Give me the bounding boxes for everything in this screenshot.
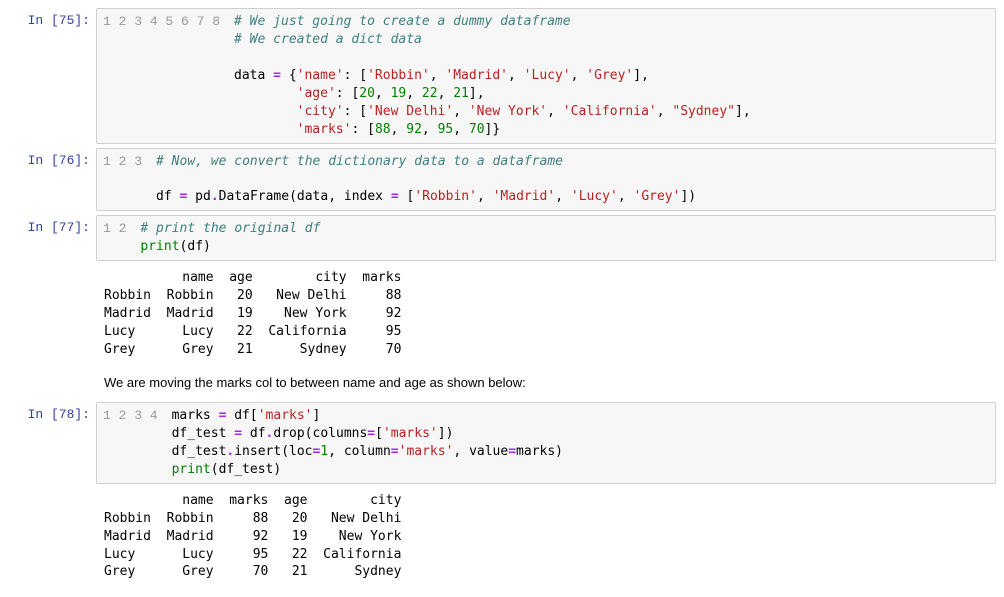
code-cell: In [77]: 1 2 # print the original df pri… [8,215,996,261]
code-editor[interactable]: # print the original df print(df) [132,216,995,260]
code-input-area[interactable]: 1 2 3 4 marks = df['marks'] df_test = df… [96,402,996,484]
code-cell: In [75]: 1 2 3 4 5 6 7 8 # We just going… [8,8,996,144]
line-number-gutter: 1 2 [97,216,132,260]
markdown-cell: We are moving the marks col to between n… [8,367,996,398]
output-prompt [8,488,96,586]
input-prompt: In [76]: [8,148,96,212]
code-input-area[interactable]: 1 2 # print the original df print(df) [96,215,996,261]
output-cell: name age city marks Robbin Robbin 20 New… [8,265,996,363]
input-prompt: In [75]: [8,8,96,144]
code-input-area[interactable]: 1 2 3 4 5 6 7 8 # We just going to creat… [96,8,996,144]
line-number-gutter: 1 2 3 4 [97,403,164,483]
output-prompt [8,265,96,363]
code-cell: In [76]: 1 2 3 # Now, we convert the dic… [8,148,996,212]
stdout-output: name age city marks Robbin Robbin 20 New… [96,265,996,363]
output-cell: name marks age city Robbin Robbin 88 20 … [8,488,996,586]
code-cell: In [78]: 1 2 3 4 marks = df['marks'] df_… [8,402,996,484]
empty-prompt [8,367,96,398]
code-editor[interactable]: # We just going to create a dummy datafr… [226,9,995,143]
code-input-area[interactable]: 1 2 3 # Now, we convert the dictionary d… [96,148,996,212]
stdout-output: name marks age city Robbin Robbin 88 20 … [96,488,996,586]
line-number-gutter: 1 2 3 [97,149,148,211]
code-editor[interactable]: marks = df['marks'] df_test = df.drop(co… [164,403,995,483]
input-prompt: In [77]: [8,215,96,261]
input-prompt: In [78]: [8,402,96,484]
code-editor[interactable]: # Now, we convert the dictionary data to… [148,149,995,211]
line-number-gutter: 1 2 3 4 5 6 7 8 [97,9,226,143]
markdown-rendered[interactable]: We are moving the marks col to between n… [96,367,996,398]
